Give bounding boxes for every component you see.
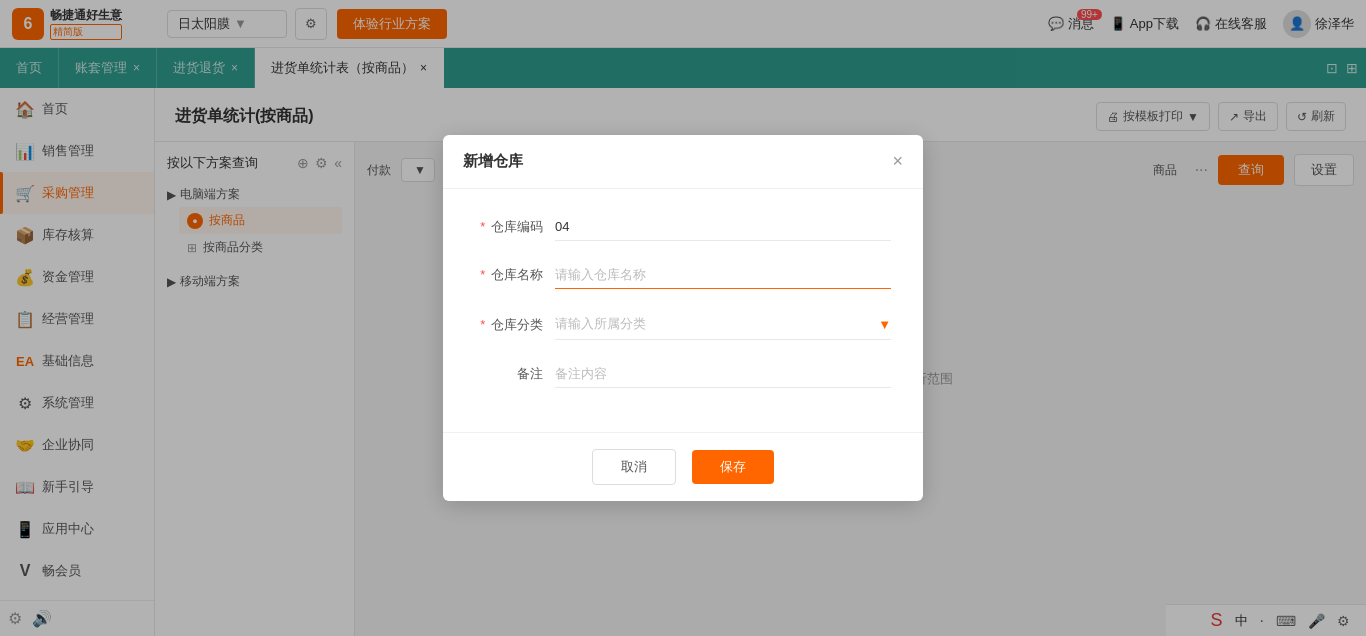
name-input[interactable] — [555, 261, 891, 289]
form-row-category: * 仓库分类 请输入所属分类 ▼ — [475, 309, 891, 340]
form-row-name: * 仓库名称 — [475, 261, 891, 289]
modal-close-icon[interactable]: × — [892, 151, 903, 172]
add-warehouse-modal: 新增仓库 × * 仓库编码 * 仓库名称 — [443, 135, 923, 501]
modal-title: 新增仓库 — [463, 152, 523, 171]
required-star-name: * — [480, 267, 485, 282]
code-label: * 仓库编码 — [475, 218, 555, 236]
save-button[interactable]: 保存 — [692, 450, 774, 484]
required-star-code: * — [480, 219, 485, 234]
category-select-placeholder: 请输入所属分类 — [555, 315, 646, 333]
cancel-button[interactable]: 取消 — [592, 449, 676, 485]
category-label: * 仓库分类 — [475, 316, 555, 334]
name-label: * 仓库名称 — [475, 266, 555, 284]
category-select-arrow: ▼ — [878, 317, 891, 332]
code-input[interactable] — [555, 213, 891, 241]
modal-body: * 仓库编码 * 仓库名称 * 仓库分类 请输入所属 — [443, 189, 923, 432]
category-select[interactable]: 请输入所属分类 ▼ — [555, 309, 891, 340]
required-star-category: * — [480, 317, 485, 332]
modal-overlay[interactable]: 新增仓库 × * 仓库编码 * 仓库名称 — [0, 0, 1366, 636]
note-label: 备注 — [475, 365, 555, 383]
form-row-code: * 仓库编码 — [475, 213, 891, 241]
modal-footer: 取消 保存 — [443, 432, 923, 501]
form-row-note: 备注 — [475, 360, 891, 388]
modal-header: 新增仓库 × — [443, 135, 923, 189]
note-input[interactable] — [555, 360, 891, 388]
